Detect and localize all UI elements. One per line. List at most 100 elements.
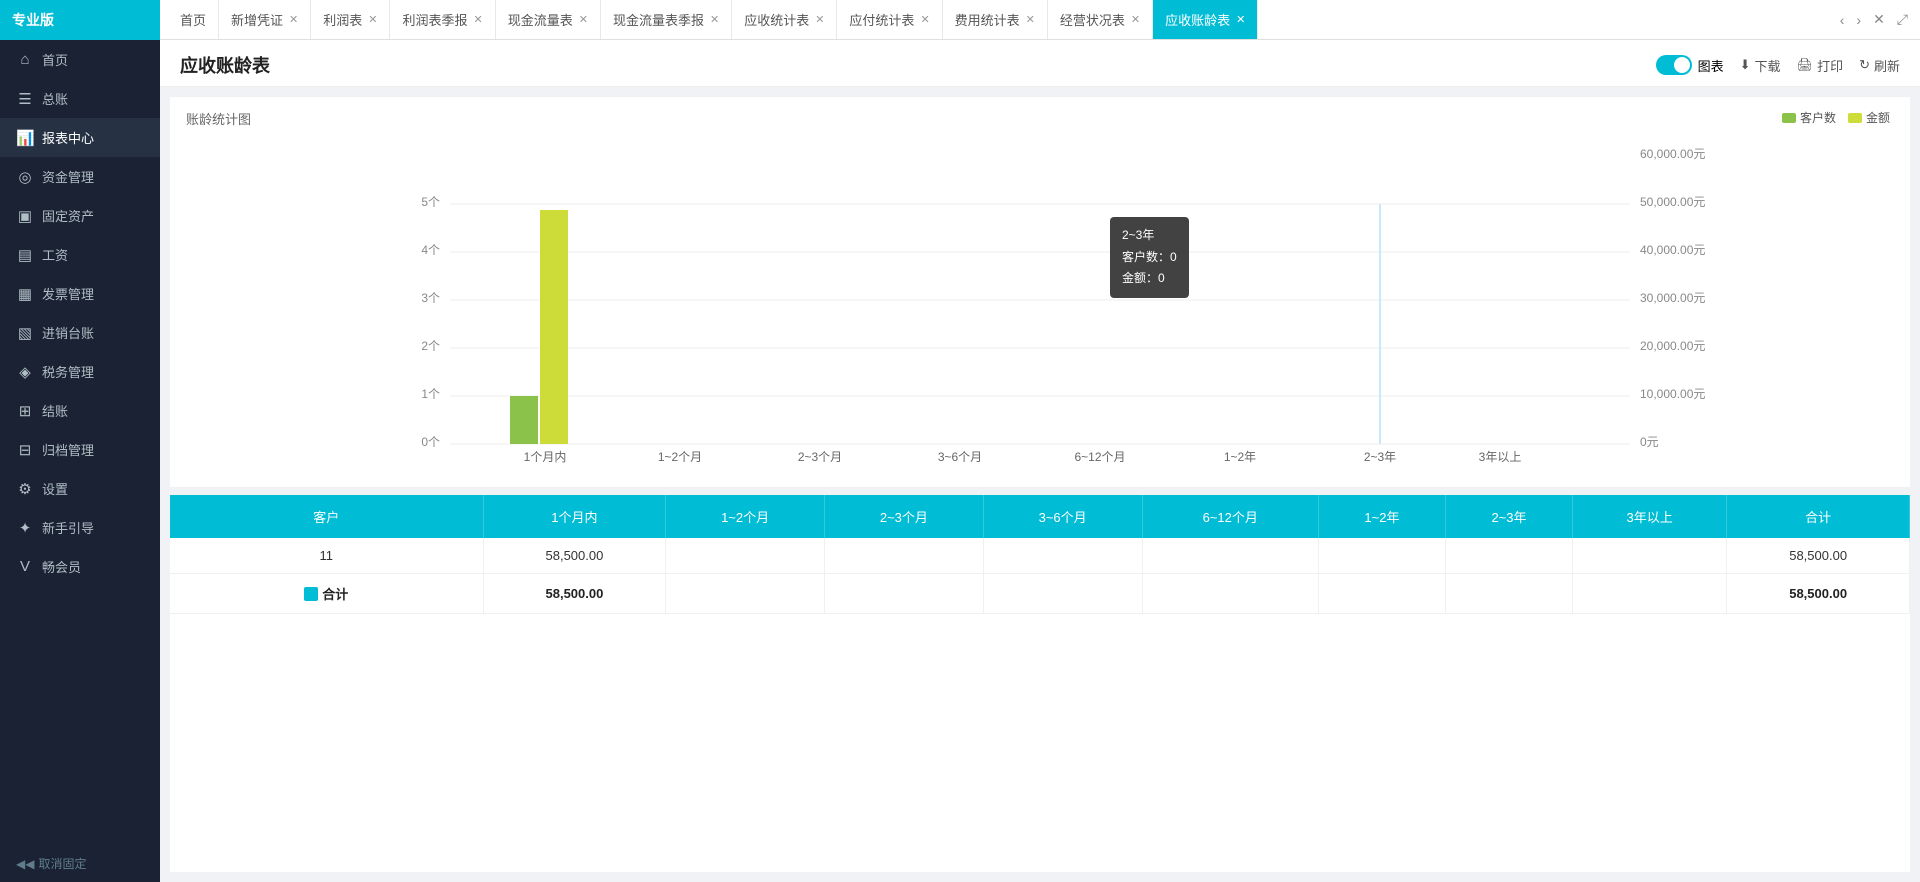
sidebar-item-settings[interactable]: ⚙ 设置 xyxy=(0,469,160,508)
sidebar-item-home[interactable]: ⌂ 首页 xyxy=(0,40,160,79)
sidebar-item-label: 设置 xyxy=(42,479,68,498)
tab-ar-aging[interactable]: 应收账龄表 ✕ xyxy=(1153,0,1258,40)
chart-title: 账龄统计图 xyxy=(186,109,1894,128)
assets-icon: ▣ xyxy=(16,207,34,225)
download-button[interactable]: ⬇ 下载 xyxy=(1740,56,1781,75)
sidebar-item-vip[interactable]: V 畅会员 xyxy=(0,547,160,586)
tab-close-ar-stats[interactable]: ✕ xyxy=(815,13,824,26)
col-m1: 1个月内 xyxy=(483,495,666,538)
cell-total: 58,500.00 xyxy=(1727,538,1910,574)
bar-amount-0 xyxy=(540,210,568,444)
tab-close-profit-quarter[interactable]: ✕ xyxy=(474,13,483,26)
tab-voucher[interactable]: 新增凭证 ✕ xyxy=(219,0,311,40)
tab-cashflow[interactable]: 现金流量表 ✕ xyxy=(496,0,601,40)
chart-area: 账龄统计图 客户数 金额 0个 1个 2个 3个 4个 5个 xyxy=(170,97,1910,487)
tab-close-expense-stats[interactable]: ✕ xyxy=(1026,13,1035,26)
svg-text:2~3个月: 2~3个月 xyxy=(798,450,842,464)
print-button[interactable]: 🖨 打印 xyxy=(1797,56,1844,75)
tab-next-button[interactable]: › xyxy=(1852,10,1865,30)
chart-toggle[interactable] xyxy=(1656,55,1692,75)
svg-text:3个: 3个 xyxy=(421,291,440,305)
svg-text:10,000.00元: 10,000.00元 xyxy=(1640,387,1705,401)
tab-close-ar-aging[interactable]: ✕ xyxy=(1236,13,1245,26)
svg-text:6~12个月: 6~12个月 xyxy=(1074,450,1125,464)
tab-ap-stats[interactable]: 应付统计表 ✕ xyxy=(837,0,942,40)
tab-biz-status[interactable]: 经营状况表 ✕ xyxy=(1048,0,1153,40)
sidebar-item-label: 报表中心 xyxy=(42,128,94,147)
col-customer: 客户 xyxy=(170,495,483,538)
sidebar-item-label: 发票管理 xyxy=(42,284,94,303)
tab-ar-stats[interactable]: 应收统计表 ✕ xyxy=(732,0,837,40)
legend-amount: 金额 xyxy=(1848,109,1890,126)
sidebar-item-guide[interactable]: ✦ 新手引导 xyxy=(0,508,160,547)
sidebar-item-label: 资金管理 xyxy=(42,167,94,186)
sidebar-item-ledger[interactable]: ☰ 总账 xyxy=(0,79,160,118)
tab-nav-buttons: ‹ › ✕ ⤢ xyxy=(1828,9,1912,30)
total-m23 xyxy=(825,574,984,614)
tab-home[interactable]: 首页 xyxy=(168,0,219,40)
closing-icon: ⊞ xyxy=(16,402,34,420)
cell-y23 xyxy=(1445,538,1572,574)
cell-m23 xyxy=(825,538,984,574)
cell-m36 xyxy=(983,538,1142,574)
total-y12 xyxy=(1318,574,1445,614)
sidebar-item-tax[interactable]: ◈ 税务管理 xyxy=(0,352,160,391)
sidebar-logo: 专业版 xyxy=(0,0,160,40)
tab-profit-quarter[interactable]: 利润表季报 ✕ xyxy=(390,0,495,40)
sidebar-item-label: 首页 xyxy=(42,50,68,69)
tax-icon: ◈ xyxy=(16,363,34,381)
tab-close-biz-status[interactable]: ✕ xyxy=(1131,13,1140,26)
tab-close-all-button[interactable]: ✕ xyxy=(1869,9,1889,30)
sidebar-item-label: 进销台账 xyxy=(42,323,94,342)
svg-text:0个: 0个 xyxy=(421,435,440,449)
tab-profit[interactable]: 利润表 ✕ xyxy=(311,0,390,40)
archive-icon: ⊟ xyxy=(16,441,34,459)
invoice-icon: ▦ xyxy=(16,285,34,303)
tab-close-ap-stats[interactable]: ✕ xyxy=(920,13,929,26)
salary-icon: ▤ xyxy=(16,246,34,264)
sidebar-item-label: 税务管理 xyxy=(42,362,94,381)
refresh-button[interactable]: ↻ 刷新 xyxy=(1859,56,1900,75)
tab-expand-button[interactable]: ⤢ xyxy=(1893,9,1912,30)
sidebar-item-closing[interactable]: ⊞ 结账 xyxy=(0,391,160,430)
tab-cashflow-quarter[interactable]: 现金流量表季报 ✕ xyxy=(601,0,732,40)
home-icon: ⌂ xyxy=(16,51,34,68)
bar-chart-svg: 0个 1个 2个 3个 4个 5个 0元 10,000.00元 20,000.0… xyxy=(186,146,1894,466)
tab-close-cashflow[interactable]: ✕ xyxy=(579,13,588,26)
tab-prev-button[interactable]: ‹ xyxy=(1836,10,1849,30)
sidebar-item-label: 总账 xyxy=(42,89,68,108)
col-m612: 6~12个月 xyxy=(1142,495,1318,538)
svg-text:1个: 1个 xyxy=(421,387,440,401)
aging-table: 客户 1个月内 1~2个月 2~3个月 3~6个月 6~12个月 1~2年 2~… xyxy=(170,495,1910,614)
tab-close-cashflow-quarter[interactable]: ✕ xyxy=(710,13,719,26)
sidebar-item-archive[interactable]: ⊟ 归档管理 xyxy=(0,430,160,469)
tab-close-profit[interactable]: ✕ xyxy=(368,13,377,26)
sidebar-unpin[interactable]: ◀◀ 取消固定 xyxy=(0,845,160,882)
tab-expense-stats[interactable]: 费用统计表 ✕ xyxy=(943,0,1048,40)
refresh-icon: ↻ xyxy=(1859,57,1870,73)
sidebar-item-purchase[interactable]: ▧ 进销台账 xyxy=(0,313,160,352)
sidebar: 专业版 ⌂ 首页 ☰ 总账 📊 报表中心 ◎ 资金管理 ▣ 固定资产 ▤ 工资 … xyxy=(0,0,160,882)
total-m1: 58,500.00 xyxy=(483,574,666,614)
cell-m1: 58,500.00 xyxy=(483,538,666,574)
unpin-icon: ◀◀ xyxy=(16,857,34,871)
col-m23: 2~3个月 xyxy=(825,495,984,538)
sidebar-item-salary[interactable]: ▤ 工资 xyxy=(0,235,160,274)
svg-text:1个月内: 1个月内 xyxy=(524,450,567,464)
tab-close-voucher[interactable]: ✕ xyxy=(289,13,298,26)
sidebar-item-reports[interactable]: 📊 报表中心 xyxy=(0,118,160,157)
legend-customers: 客户数 xyxy=(1782,109,1836,126)
print-icon: 🖨 xyxy=(1797,57,1814,73)
chart-toggle-wrap: 图表 xyxy=(1656,55,1724,75)
legend-customers-label: 客户数 xyxy=(1800,109,1836,126)
sidebar-item-assets[interactable]: ▣ 固定资产 xyxy=(0,196,160,235)
sidebar-item-invoice[interactable]: ▦ 发票管理 xyxy=(0,274,160,313)
sidebar-item-label: 工资 xyxy=(42,245,68,264)
funds-icon: ◎ xyxy=(16,168,34,186)
sidebar-item-funds[interactable]: ◎ 资金管理 xyxy=(0,157,160,196)
chart-toggle-label: 图表 xyxy=(1698,56,1724,75)
total-y3plus xyxy=(1573,574,1727,614)
total-label-text: 合计 xyxy=(322,584,348,603)
total-icon xyxy=(304,587,318,601)
legend-amount-color xyxy=(1848,113,1862,123)
